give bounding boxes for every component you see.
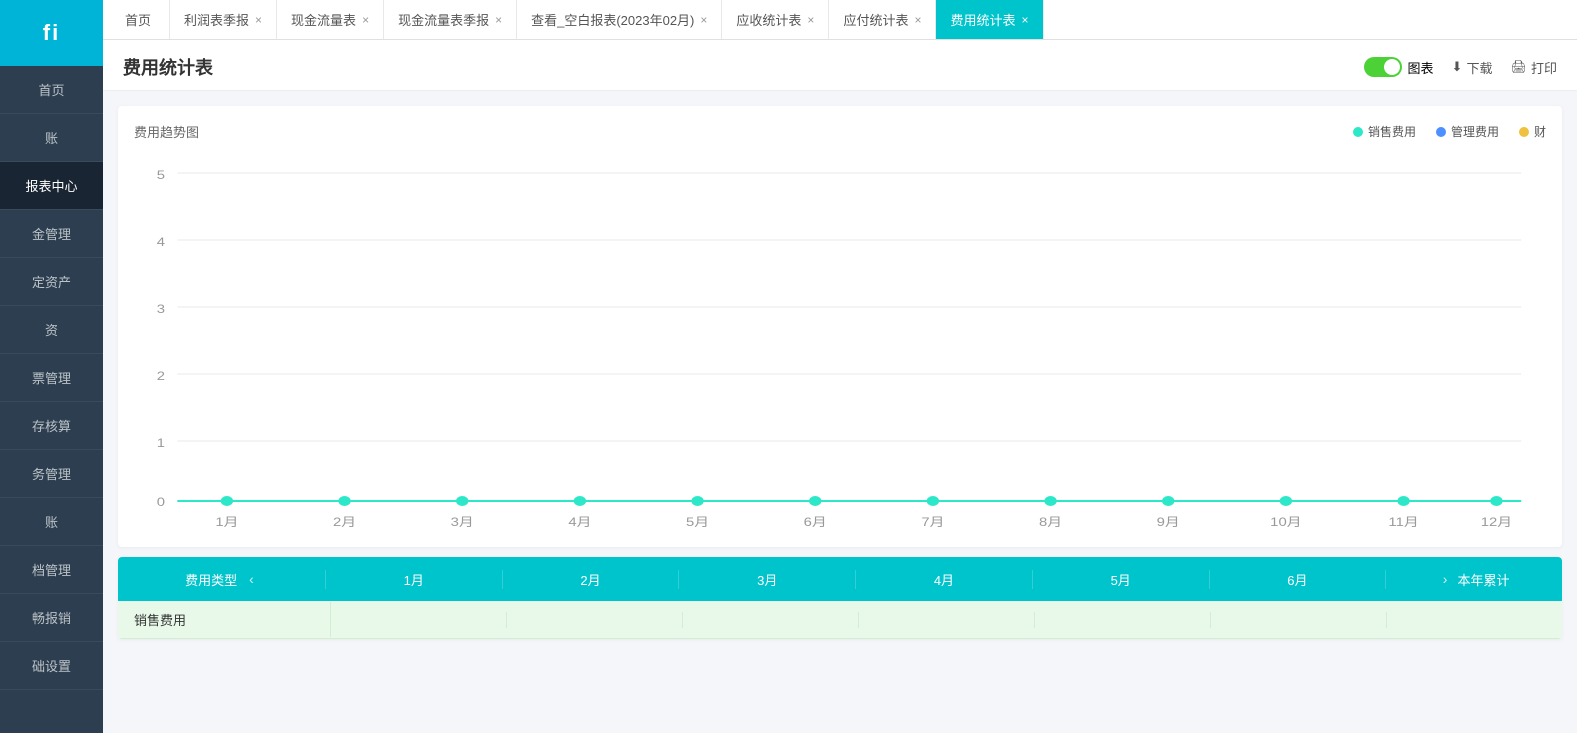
svg-text:1月: 1月: [215, 515, 238, 528]
tab-receivable-stats[interactable]: 应收统计表 ×: [722, 0, 829, 40]
chart-header: 费用趋势图 销售费用 管理费用 财: [134, 122, 1546, 141]
table-header-m6: 6月: [1210, 570, 1387, 589]
tab-home[interactable]: 首页: [107, 0, 170, 40]
table-cell-m3: [683, 612, 859, 628]
close-tab-profit-quarterly[interactable]: ×: [255, 13, 262, 27]
table-header-m1: 1月: [326, 570, 503, 589]
sidebar-item-base-settings[interactable]: 础设置: [0, 642, 103, 690]
print-button[interactable]: 🖨 打印: [1510, 58, 1557, 77]
svg-text:5: 5: [157, 168, 165, 181]
tab-expense-stats[interactable]: 费用统计表 ×: [936, 0, 1043, 40]
sidebar-item-service-mgmt[interactable]: 务管理: [0, 450, 103, 498]
svg-text:10月: 10月: [1270, 515, 1301, 528]
close-tab-cash-flow-quarterly[interactable]: ×: [495, 13, 502, 27]
legend-sales: 销售费用: [1353, 123, 1416, 140]
legend-dot-sales: [1353, 127, 1363, 137]
sidebar-item-fund-mgmt[interactable]: 金管理: [0, 210, 103, 258]
svg-text:11月: 11月: [1388, 515, 1418, 528]
header-actions: 图表 ⬇ 下载 🖨 打印: [1364, 57, 1557, 77]
print-icon: 🖨: [1510, 59, 1527, 75]
sidebar-item-file-mgmt[interactable]: 档管理: [0, 546, 103, 594]
chart-toggle[interactable]: [1364, 57, 1402, 77]
close-tab-expense-stats[interactable]: ×: [1021, 13, 1028, 27]
table-cell-m6: [1211, 612, 1387, 628]
chart-card: 费用趋势图 销售费用 管理费用 财: [118, 106, 1562, 547]
table-cell-type: 销售费用: [118, 602, 331, 637]
chart-toggle-group: 图表: [1364, 57, 1434, 77]
legend-finance: 财: [1519, 123, 1546, 140]
legend-label-finance: 财: [1534, 123, 1546, 140]
legend-label-sales: 销售费用: [1368, 123, 1416, 140]
sidebar-item-ledger[interactable]: 账: [0, 498, 103, 546]
main-area: 首页 利润表季报 × 现金流量表 × 现金流量表季报 × 查看_空白报表(202…: [103, 0, 1577, 733]
svg-text:9月: 9月: [1157, 515, 1180, 528]
sidebar-item-account[interactable]: 账: [0, 114, 103, 162]
legend-dot-finance: [1519, 127, 1529, 137]
chart-legend: 销售费用 管理费用 财: [1353, 123, 1546, 140]
svg-text:0: 0: [157, 495, 165, 508]
svg-text:1: 1: [157, 436, 165, 449]
table-header-m2: 2月: [503, 570, 680, 589]
table-header-m3: 3月: [679, 570, 856, 589]
svg-text:8月: 8月: [1039, 515, 1062, 528]
sidebar-item-inventory[interactable]: 存核算: [0, 402, 103, 450]
table-cell-m5: [1035, 612, 1211, 628]
table-header-ytd: › 本年累计: [1386, 570, 1562, 589]
legend-dot-management: [1436, 127, 1446, 137]
sidebar: fi 首页 账 报表中心 金管理 定资产 资 票管理 存核算 务管理 账 档管理…: [0, 0, 103, 733]
data-table-card: 费用类型 ‹ 1月 2月 3月 4月 5月: [118, 557, 1562, 639]
content-area: 费用统计表 图表 ⬇ 下载 🖨 打印 费用趋势图: [103, 40, 1577, 733]
sidebar-item-home[interactable]: 首页: [0, 66, 103, 114]
tab-cash-flow-quarterly[interactable]: 现金流量表季报 ×: [384, 0, 517, 40]
sidebar-item-ticket-mgmt[interactable]: 票管理: [0, 354, 103, 402]
legend-management: 管理费用: [1436, 123, 1499, 140]
chart-svg: 5 4 3 2 1 0: [134, 151, 1546, 531]
svg-text:6月: 6月: [804, 515, 827, 528]
table-header-m4: 4月: [856, 570, 1033, 589]
tab-blank-report[interactable]: 查看_空白报表(2023年02月) ×: [517, 0, 722, 40]
table-cell-m1: [331, 612, 507, 628]
tab-payable-stats[interactable]: 应付统计表 ×: [829, 0, 936, 40]
chart-toggle-label: 图表: [1408, 58, 1434, 77]
table-cell-m4: [859, 612, 1035, 628]
table-header-row: 费用类型 ‹ 1月 2月 3月 4月 5月: [118, 557, 1562, 601]
download-button[interactable]: ⬇ 下载: [1452, 58, 1493, 77]
svg-text:5月: 5月: [686, 515, 709, 528]
tab-bar: 首页 利润表季报 × 现金流量表 × 现金流量表季报 × 查看_空白报表(202…: [103, 0, 1577, 40]
page-title: 费用统计表: [123, 54, 213, 80]
table-row: 销售费用: [118, 601, 1562, 639]
svg-text:3月: 3月: [451, 515, 474, 528]
table-header-m5: 5月: [1033, 570, 1210, 589]
chart-title: 费用趋势图: [134, 122, 199, 141]
svg-text:12月: 12月: [1481, 515, 1512, 528]
table-header-type: 费用类型 ‹: [118, 570, 326, 589]
close-tab-cash-flow[interactable]: ×: [362, 13, 369, 27]
sidebar-item-fixed-assets[interactable]: 定资产: [0, 258, 103, 306]
svg-text:4月: 4月: [568, 515, 591, 528]
next-month-arrow[interactable]: ›: [1439, 571, 1452, 587]
sidebar-item-investment[interactable]: 资: [0, 306, 103, 354]
sidebar-item-expense[interactable]: 畅报销: [0, 594, 103, 642]
tab-profit-quarterly[interactable]: 利润表季报 ×: [170, 0, 277, 40]
sidebar-logo: fi: [0, 0, 103, 66]
close-tab-receivable-stats[interactable]: ×: [807, 13, 814, 27]
svg-text:7月: 7月: [921, 515, 944, 528]
sidebar-item-report-center[interactable]: 报表中心: [0, 162, 103, 210]
svg-text:3: 3: [157, 302, 165, 315]
chart-svg-container: 5 4 3 2 1 0: [134, 151, 1546, 531]
svg-text:2: 2: [157, 369, 165, 382]
table-cell-ytd: [1387, 612, 1562, 628]
table-cell-m2: [507, 612, 683, 628]
svg-text:4: 4: [157, 235, 166, 248]
svg-text:2月: 2月: [333, 515, 356, 528]
close-tab-payable-stats[interactable]: ×: [914, 13, 921, 27]
close-tab-blank-report[interactable]: ×: [700, 13, 707, 27]
download-icon: ⬇: [1452, 59, 1463, 75]
tab-cash-flow[interactable]: 现金流量表 ×: [277, 0, 384, 40]
legend-label-management: 管理费用: [1451, 123, 1499, 140]
page-header: 费用统计表 图表 ⬇ 下载 🖨 打印: [103, 40, 1577, 91]
prev-month-arrow[interactable]: ‹: [245, 571, 258, 587]
